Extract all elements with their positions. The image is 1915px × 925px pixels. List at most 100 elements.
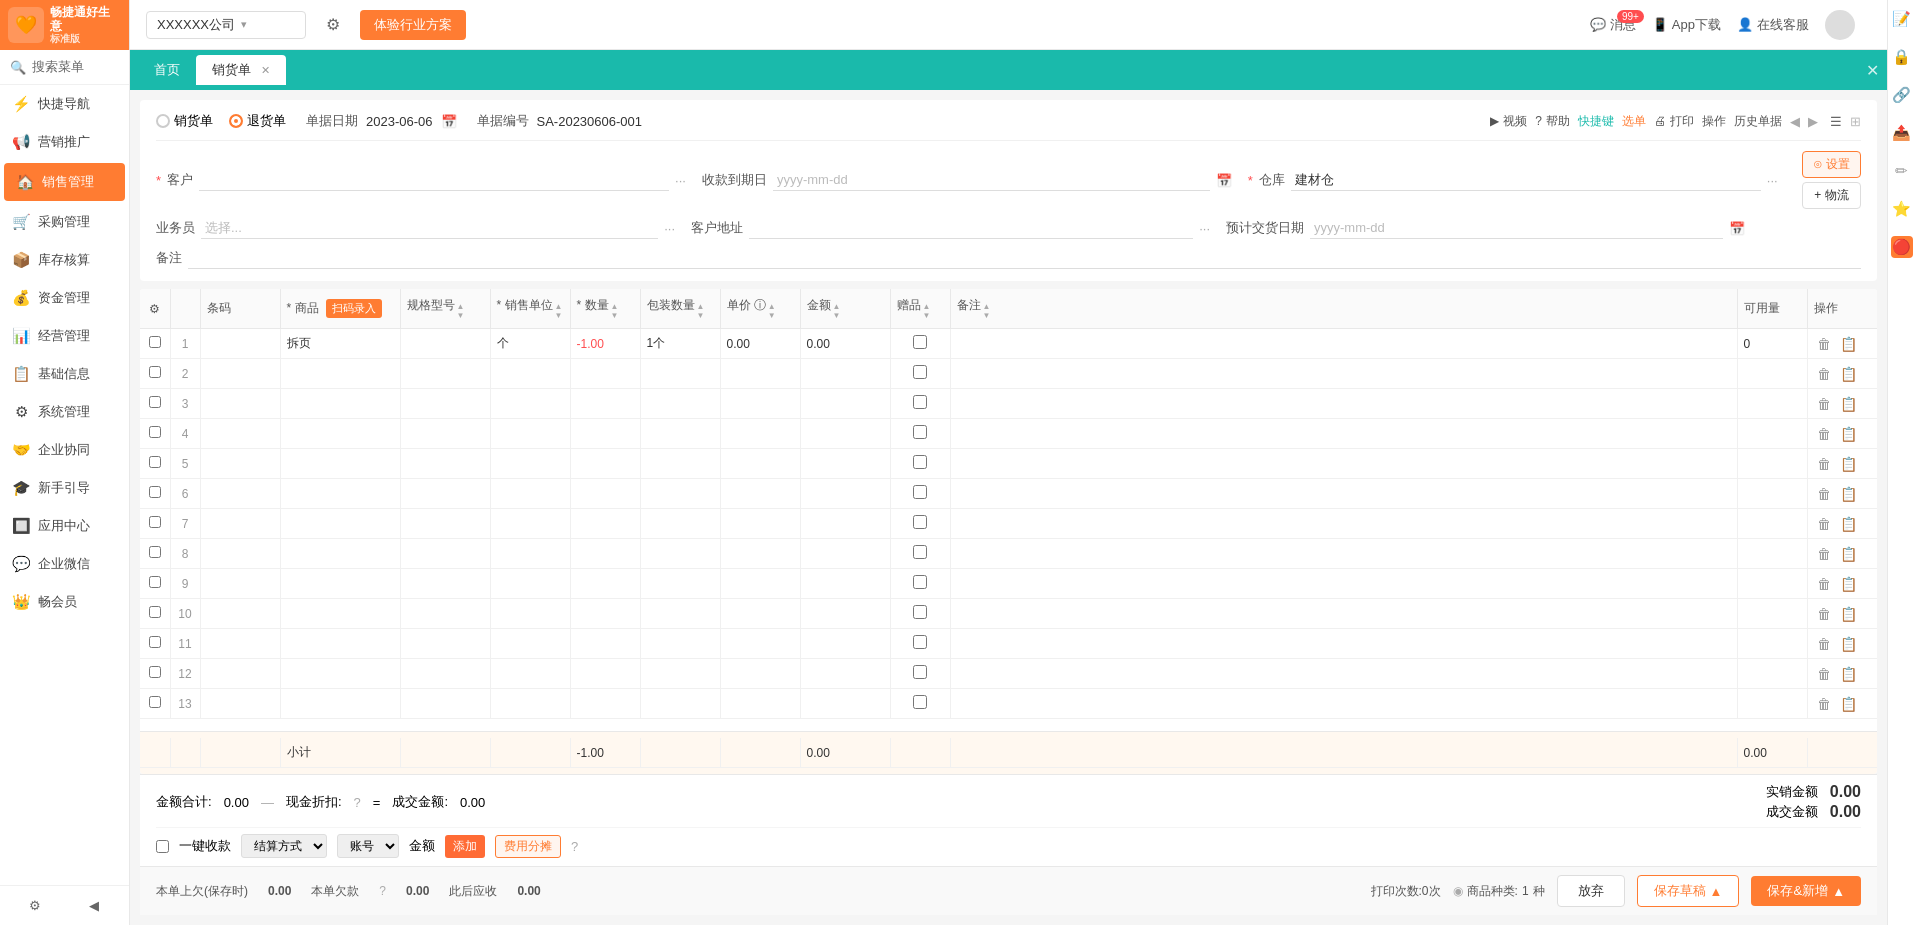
row-unit[interactable] — [490, 359, 570, 389]
row-gift[interactable] — [890, 509, 950, 539]
settings-button[interactable]: ⊙ 设置 — [1802, 151, 1861, 178]
row-unit[interactable] — [490, 659, 570, 689]
row-remark[interactable] — [950, 569, 1737, 599]
row-gift[interactable] — [890, 569, 950, 599]
row-qty[interactable] — [570, 599, 640, 629]
help-button[interactable]: ? 帮助 — [1535, 113, 1570, 130]
sidebar-item-appstore[interactable]: 🔲 应用中心 — [0, 507, 129, 545]
row-amount[interactable] — [800, 449, 890, 479]
delete-row-icon[interactable]: 🗑 — [1817, 546, 1831, 562]
row-remark[interactable] — [950, 629, 1737, 659]
gift-checkbox[interactable] — [913, 395, 927, 409]
delete-row-icon[interactable]: 🗑 — [1817, 456, 1831, 472]
row-price[interactable] — [720, 689, 800, 719]
warehouse-input[interactable] — [1291, 169, 1761, 191]
sidebar-item-marketing[interactable]: 📢 营销推广 — [0, 123, 129, 161]
sidebar-settings-btn[interactable]: ⚙ — [8, 894, 62, 917]
search-menu-item[interactable]: 🔍 搜索菜单 — [0, 50, 129, 85]
row-amount[interactable] — [800, 539, 890, 569]
row-spec[interactable] — [400, 539, 490, 569]
row-product[interactable] — [280, 359, 400, 389]
row-unit[interactable] — [490, 629, 570, 659]
tab-home[interactable]: 首页 — [138, 55, 196, 85]
copy-row-icon[interactable]: 📋 — [1840, 576, 1857, 592]
copy-row-icon[interactable]: 📋 — [1840, 636, 1857, 652]
row-unit[interactable] — [490, 599, 570, 629]
message-button[interactable]: 💬 消息 99+ — [1590, 16, 1636, 34]
copy-row-icon[interactable]: 📋 — [1840, 696, 1857, 712]
sidebar-item-wecom[interactable]: 💬 企业微信 — [0, 545, 129, 583]
row-amount[interactable] — [800, 629, 890, 659]
next-record-icon[interactable]: ▶ — [1808, 114, 1818, 129]
row-amount[interactable] — [800, 509, 890, 539]
row-checkbox[interactable] — [149, 396, 161, 408]
rp-edit-icon[interactable]: ✏ — [1891, 160, 1913, 182]
row-pack-qty[interactable]: 1个 — [640, 329, 720, 359]
th-settings[interactable]: ⚙ — [140, 289, 170, 329]
warehouse-select-icon[interactable]: ··· — [1767, 173, 1778, 188]
delete-row-icon[interactable]: 🗑 — [1817, 516, 1831, 532]
row-price[interactable] — [720, 629, 800, 659]
rp-note-icon[interactable]: 📝 — [1891, 8, 1913, 30]
row-product[interactable] — [280, 539, 400, 569]
row-product[interactable] — [280, 449, 400, 479]
estimated-date-input[interactable] — [1310, 217, 1723, 239]
gift-checkbox[interactable] — [913, 635, 927, 649]
row-remark[interactable] — [950, 539, 1737, 569]
row-remark[interactable] — [950, 449, 1737, 479]
row-amount[interactable] — [800, 689, 890, 719]
rp-lock-icon[interactable]: 🔒 — [1891, 46, 1913, 68]
delete-row-icon[interactable]: 🗑 — [1817, 696, 1831, 712]
row-remark[interactable] — [950, 599, 1737, 629]
row-price[interactable] — [720, 479, 800, 509]
row-spec[interactable] — [400, 479, 490, 509]
row-pack-qty[interactable] — [640, 569, 720, 599]
row-settings-icon[interactable] — [140, 419, 170, 449]
row-unit[interactable] — [490, 449, 570, 479]
estimated-calendar-icon[interactable]: 📅 — [1729, 221, 1745, 236]
row-unit[interactable] — [490, 389, 570, 419]
row-remark[interactable] — [950, 689, 1737, 719]
row-price[interactable] — [720, 539, 800, 569]
row-spec[interactable] — [400, 569, 490, 599]
row-spec[interactable] — [400, 449, 490, 479]
row-remark[interactable] — [950, 509, 1737, 539]
row-pack-qty[interactable] — [640, 539, 720, 569]
list-view-icon[interactable]: ☰ — [1830, 114, 1842, 129]
row-checkbox[interactable] — [149, 426, 161, 438]
row-qty[interactable] — [570, 509, 640, 539]
row-amount[interactable] — [800, 359, 890, 389]
scan-input-button[interactable]: 扫码录入 — [326, 299, 382, 318]
sidebar-item-inventory[interactable]: 📦 库存核算 — [0, 241, 129, 279]
gift-checkbox[interactable] — [913, 605, 927, 619]
operations-button[interactable]: 操作 — [1702, 113, 1726, 130]
row-barcode[interactable] — [200, 659, 280, 689]
row-gift[interactable] — [890, 449, 950, 479]
row-pack-qty[interactable] — [640, 449, 720, 479]
row-pack-qty[interactable] — [640, 419, 720, 449]
due-date-input[interactable] — [773, 169, 1210, 191]
row-spec[interactable] — [400, 689, 490, 719]
row-checkbox[interactable] — [149, 456, 161, 468]
delete-row-icon[interactable]: 🗑 — [1817, 336, 1831, 352]
row-barcode[interactable] — [200, 569, 280, 599]
row-price[interactable] — [720, 599, 800, 629]
sidebar-item-member[interactable]: 👑 畅会员 — [0, 583, 129, 621]
row-barcode[interactable] — [200, 689, 280, 719]
row-settings-icon[interactable] — [140, 569, 170, 599]
return-order-radio[interactable]: 退货单 — [229, 112, 286, 130]
copy-row-icon[interactable]: 📋 — [1840, 396, 1857, 412]
row-product[interactable] — [280, 689, 400, 719]
sale-order-radio[interactable]: 销货单 — [156, 112, 213, 130]
delete-row-icon[interactable]: 🗑 — [1817, 366, 1831, 382]
sidebar-item-base[interactable]: 📋 基础信息 — [0, 355, 129, 393]
row-checkbox[interactable] — [149, 336, 161, 348]
gift-checkbox[interactable] — [913, 365, 927, 379]
row-barcode[interactable] — [200, 629, 280, 659]
row-product[interactable] — [280, 479, 400, 509]
payment-method-select[interactable]: 结算方式 — [241, 834, 327, 858]
row-gift[interactable] — [890, 479, 950, 509]
row-amount[interactable] — [800, 599, 890, 629]
tab-close-icon[interactable]: ✕ — [261, 64, 270, 77]
row-settings-icon[interactable] — [140, 389, 170, 419]
